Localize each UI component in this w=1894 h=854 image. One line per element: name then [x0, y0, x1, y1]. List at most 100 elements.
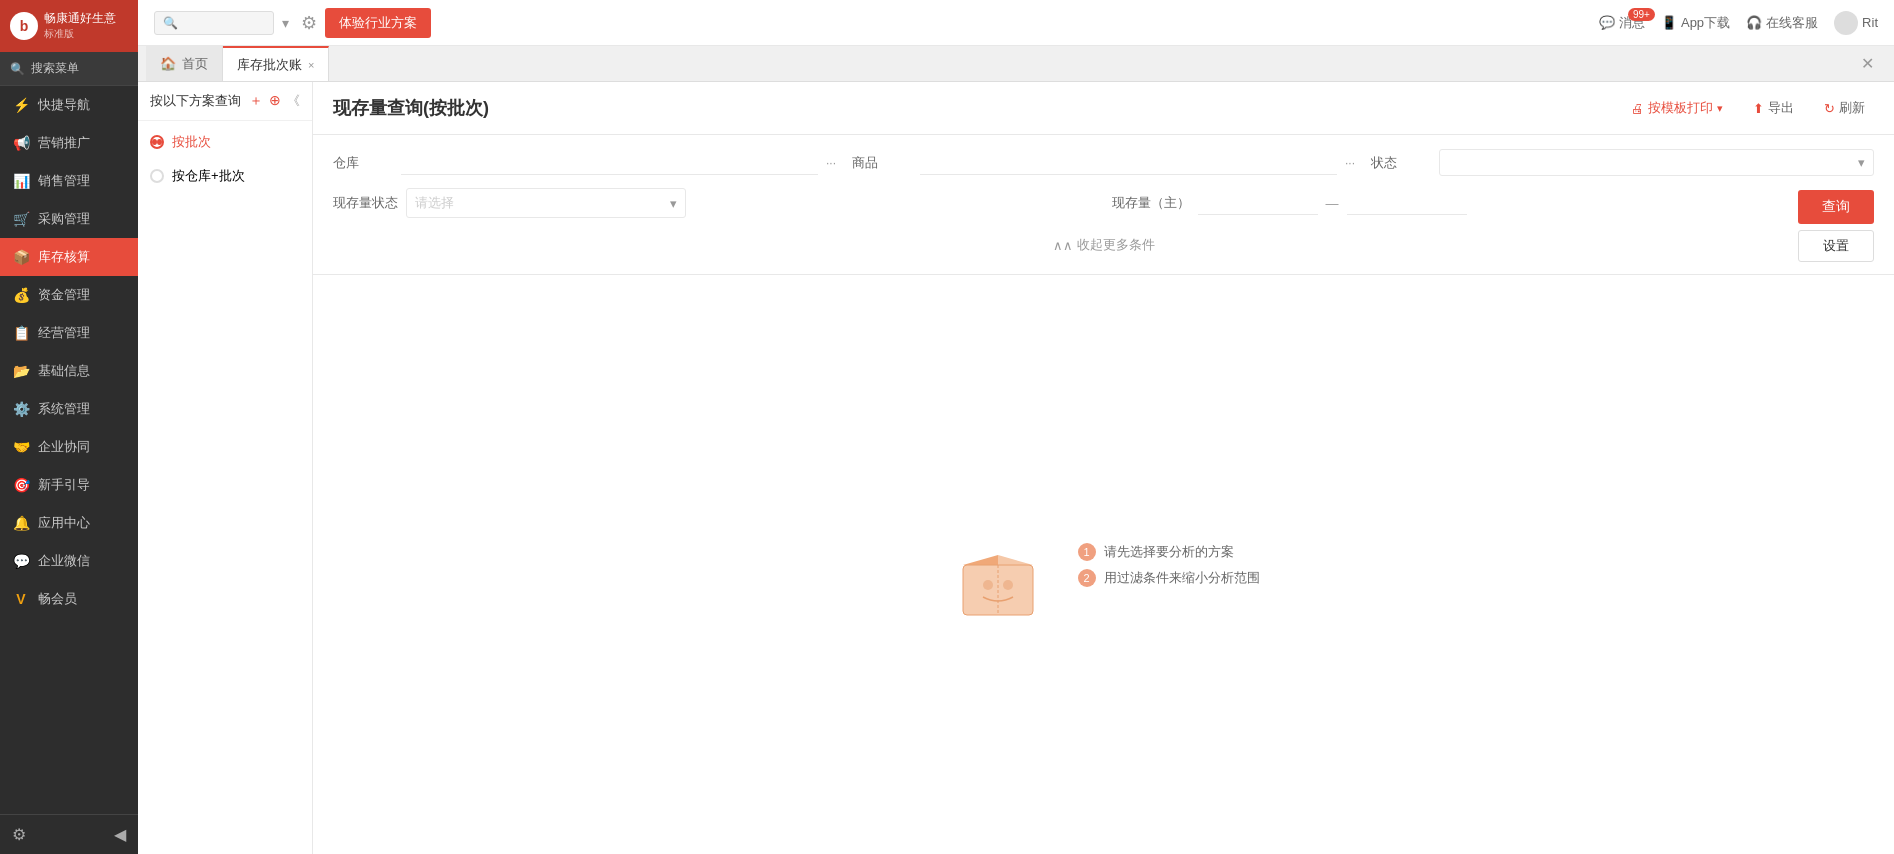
status-dropdown-icon: ▾ [1858, 155, 1865, 170]
collapse-filter-label: 收起更多条件 [1077, 236, 1155, 254]
search-icon: 🔍 [10, 62, 25, 76]
stock-qty-max-input[interactable] [1347, 191, 1467, 215]
scheme-list: 按批次 按仓库+批次 [138, 121, 312, 197]
empty-illustration [948, 515, 1048, 615]
sidebar-item-operation[interactable]: 📋 经营管理 [0, 314, 138, 352]
stock-status-dropdown-icon: ▾ [670, 196, 677, 211]
filter-row-1: 仓库 ··· 商品 ··· 状态 ▾ [333, 149, 1874, 176]
export-button[interactable]: ⬆ 导出 [1744, 94, 1803, 122]
finance-icon: 💰 [12, 286, 30, 304]
warehouse-label: 仓库 [333, 154, 393, 172]
add-scheme-icon[interactable]: ＋ [249, 92, 263, 110]
sidebar-item-wechat[interactable]: 💬 企业微信 [0, 542, 138, 580]
svg-point-5 [983, 580, 993, 590]
app-logo: b [10, 12, 38, 40]
scheme-item-batch[interactable]: 按批次 [138, 125, 312, 159]
stock-qty-range: — [1198, 191, 1467, 215]
sidebar-item-marketing[interactable]: 📢 营销推广 [0, 124, 138, 162]
sidebar-item-newbie[interactable]: 🎯 新手引导 [0, 466, 138, 504]
sidebar-item-label: 经营管理 [38, 324, 90, 342]
scheme-header-label: 按以下方案查询 [150, 92, 241, 110]
sidebar-item-sales[interactable]: 📊 销售管理 [0, 162, 138, 200]
svg-marker-1 [963, 555, 998, 565]
sidebar-item-label: 企业微信 [38, 552, 90, 570]
tabbar: 🏠 首页 库存批次账 × ✕ [138, 46, 1894, 82]
scheme-label-warehouse-batch: 按仓库+批次 [172, 167, 245, 185]
empty-state: 1 请先选择要分析的方案 2 用过滤条件来缩小分析范围 [313, 275, 1894, 854]
warehouse-input[interactable] [401, 151, 818, 175]
sidebar-footer: ⚙ ◀ [0, 814, 138, 854]
scheme-item-warehouse-batch[interactable]: 按仓库+批次 [138, 159, 312, 193]
sidebar-item-enterprise[interactable]: 🤝 企业协同 [0, 428, 138, 466]
tip-text-2: 用过滤条件来缩小分析范围 [1104, 569, 1260, 587]
gear-scheme-icon[interactable]: ⊕ [269, 92, 281, 110]
empty-tip-2: 2 用过滤条件来缩小分析范围 [1078, 569, 1260, 587]
scheme-radio-warehouse-batch [150, 169, 164, 183]
inventory-icon: 📦 [12, 248, 30, 266]
topbar-search[interactable]: 🔍 [154, 11, 274, 35]
refresh-button[interactable]: ↻ 刷新 [1815, 94, 1874, 122]
collapse-scheme-icon[interactable]: 《 [287, 92, 300, 110]
status-label: 状态 [1371, 154, 1431, 172]
system-icon: ⚙️ [12, 400, 30, 418]
tab-close-icon[interactable]: × [308, 59, 314, 71]
filter-row-2: 现存量状态 请选择 ▾ 现存量（主） — [333, 188, 1874, 218]
member-icon: V [12, 590, 30, 608]
status-select[interactable]: ▾ [1439, 149, 1874, 176]
collapse-filter-btn[interactable]: ∧∧ 收起更多条件 [333, 230, 1874, 260]
filter-area: 仓库 ··· 商品 ··· 状态 ▾ [313, 135, 1894, 275]
print-button[interactable]: 🖨 按模板打印 ▾ [1622, 94, 1732, 122]
settings-icon[interactable]: ⚙ [12, 825, 26, 844]
message-icon: 💬 [1599, 15, 1615, 30]
online-service-btn[interactable]: 🎧 在线客服 [1746, 14, 1818, 32]
sidebar-item-purchase[interactable]: 🛒 采购管理 [0, 200, 138, 238]
purchase-icon: 🛒 [12, 210, 30, 228]
scheme-label-batch: 按批次 [172, 133, 211, 151]
search-dropdown-icon[interactable]: ▾ [282, 15, 289, 31]
wechat-icon: 💬 [12, 552, 30, 570]
stock-status-select-value: 请选择 [415, 194, 454, 212]
app-download-label: App下载 [1681, 14, 1730, 32]
app-edition: 标准版 [44, 27, 116, 41]
sidebar-item-label: 营销推广 [38, 134, 90, 152]
sidebar-item-quick-nav[interactable]: ⚡ 快捷导航 [0, 86, 138, 124]
print-icon: 🖨 [1631, 101, 1644, 116]
warehouse-more-icon[interactable]: ··· [826, 156, 836, 170]
message-badge[interactable]: 💬 消息 99+ [1599, 14, 1645, 32]
tab-inventory-batch[interactable]: 库存批次账 × [223, 46, 329, 81]
settings-gear-icon[interactable]: ⚙ [301, 12, 317, 34]
app-title: 畅康通好生意 [44, 11, 116, 27]
sidebar-item-member[interactable]: V 畅会员 [0, 580, 138, 618]
user-menu[interactable]: Rit [1834, 11, 1878, 35]
product-more-icon[interactable]: ··· [1345, 156, 1355, 170]
sidebar-item-label: 基础信息 [38, 362, 90, 380]
stock-qty-min-input[interactable] [1198, 191, 1318, 215]
sidebar-search[interactable]: 🔍 搜索菜单 [0, 52, 138, 86]
app-download-btn[interactable]: 📱 App下载 [1661, 14, 1730, 32]
tab-close-main-icon[interactable]: ✕ [1849, 54, 1886, 73]
print-label: 按模板打印 [1648, 99, 1713, 117]
settings-button[interactable]: 设置 [1798, 230, 1874, 262]
industry-solution-button[interactable]: 体验行业方案 [325, 8, 431, 38]
filter-status: 状态 ▾ [1371, 149, 1874, 176]
tab-home[interactable]: 🏠 首页 [146, 46, 223, 81]
sidebar-item-label: 应用中心 [38, 514, 90, 532]
sidebar-item-label: 系统管理 [38, 400, 90, 418]
sidebar-item-inventory[interactable]: 📦 库存核算 [0, 238, 138, 276]
print-dropdown-icon[interactable]: ▾ [1717, 102, 1723, 115]
scheme-radio-batch [150, 135, 164, 149]
sidebar-item-finance[interactable]: 💰 资金管理 [0, 276, 138, 314]
stock-status-select[interactable]: 请选择 ▾ [406, 188, 686, 218]
collapse-sidebar-icon[interactable]: ◀ [114, 825, 126, 844]
query-button[interactable]: 查询 [1798, 190, 1874, 224]
filter-product: 商品 ··· [852, 151, 1355, 175]
sidebar-item-basic[interactable]: 📂 基础信息 [0, 352, 138, 390]
sidebar-item-app-center[interactable]: 🔔 应用中心 [0, 504, 138, 542]
tip-num-1: 1 [1078, 543, 1096, 561]
sidebar-item-system[interactable]: ⚙️ 系统管理 [0, 390, 138, 428]
stock-qty-dash: — [1326, 196, 1339, 211]
sidebar-item-label: 采购管理 [38, 210, 90, 228]
scheme-panel: 按以下方案查询 ＋ ⊕ 《 按批次 按仓库+批次 [138, 82, 313, 854]
enterprise-icon: 🤝 [12, 438, 30, 456]
product-input[interactable] [920, 151, 1337, 175]
